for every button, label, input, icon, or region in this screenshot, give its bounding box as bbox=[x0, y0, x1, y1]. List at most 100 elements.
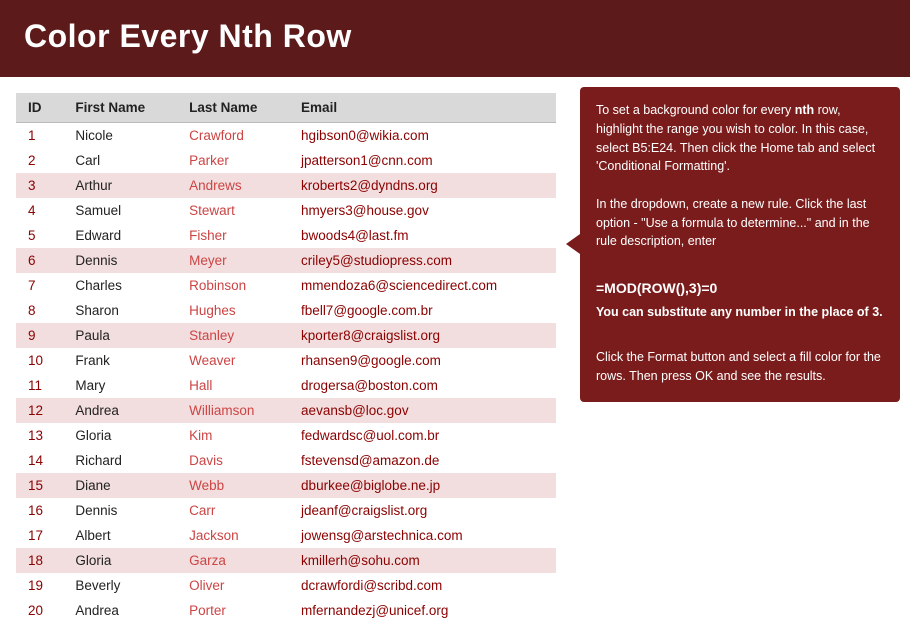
cell-lastname: Crawford bbox=[177, 123, 289, 149]
cell-id: 12 bbox=[16, 398, 63, 423]
cell-email: fstevensd@amazon.de bbox=[289, 448, 556, 473]
table-row: 10FrankWeaverrhansen9@google.com bbox=[16, 348, 556, 373]
tooltip-line2: In the dropdown, create a new rule. Clic… bbox=[596, 197, 870, 249]
table-row: 20AndreaPortermfernandezj@unicef.org bbox=[16, 598, 556, 623]
cell-id: 9 bbox=[16, 323, 63, 348]
col-id: ID bbox=[16, 93, 63, 123]
cell-firstname: Richard bbox=[63, 448, 177, 473]
col-firstname: First Name bbox=[63, 93, 177, 123]
cell-id: 11 bbox=[16, 373, 63, 398]
cell-id: 8 bbox=[16, 298, 63, 323]
cell-id: 13 bbox=[16, 423, 63, 448]
table-header-row: ID First Name Last Name Email bbox=[16, 93, 556, 123]
table-row: 16DennisCarrjdeanf@craigslist.org bbox=[16, 498, 556, 523]
cell-lastname: Hughes bbox=[177, 298, 289, 323]
cell-lastname: Robinson bbox=[177, 273, 289, 298]
cell-lastname: Jackson bbox=[177, 523, 289, 548]
cell-id: 18 bbox=[16, 548, 63, 573]
cell-lastname: Williamson bbox=[177, 398, 289, 423]
cell-lastname: Carr bbox=[177, 498, 289, 523]
cell-id: 5 bbox=[16, 223, 63, 248]
cell-id: 17 bbox=[16, 523, 63, 548]
tooltip-formula: =MOD(ROW(),3)=0 bbox=[596, 278, 884, 299]
cell-email: aevansb@loc.gov bbox=[289, 398, 556, 423]
cell-firstname: Albert bbox=[63, 523, 177, 548]
cell-lastname: Stanley bbox=[177, 323, 289, 348]
cell-email: kporter8@craigslist.org bbox=[289, 323, 556, 348]
cell-firstname: Andrea bbox=[63, 398, 177, 423]
table-row: 18GloriaGarzakmillerh@sohu.com bbox=[16, 548, 556, 573]
tooltip-line1: To set a background color for every bbox=[596, 103, 795, 117]
cell-id: 6 bbox=[16, 248, 63, 273]
table-row: 17AlbertJacksonjowensg@arstechnica.com bbox=[16, 523, 556, 548]
cell-email: mmendoza6@sciencedirect.com bbox=[289, 273, 556, 298]
cell-lastname: Andrews bbox=[177, 173, 289, 198]
cell-id: 19 bbox=[16, 573, 63, 598]
col-lastname: Last Name bbox=[177, 93, 289, 123]
table-row: 14RichardDavisfstevensd@amazon.de bbox=[16, 448, 556, 473]
cell-firstname: Diane bbox=[63, 473, 177, 498]
cell-id: 1 bbox=[16, 123, 63, 149]
cell-id: 20 bbox=[16, 598, 63, 623]
cell-firstname: Dennis bbox=[63, 248, 177, 273]
cell-lastname: Fisher bbox=[177, 223, 289, 248]
cell-lastname: Porter bbox=[177, 598, 289, 623]
cell-lastname: Kim bbox=[177, 423, 289, 448]
cell-email: drogersa@boston.com bbox=[289, 373, 556, 398]
cell-firstname: Edward bbox=[63, 223, 177, 248]
cell-id: 14 bbox=[16, 448, 63, 473]
cell-lastname: Garza bbox=[177, 548, 289, 573]
cell-id: 15 bbox=[16, 473, 63, 498]
cell-email: mfernandezj@unicef.org bbox=[289, 598, 556, 623]
table-row: 15DianeWebbdburkee@biglobe.ne.jp bbox=[16, 473, 556, 498]
cell-email: jowensg@arstechnica.com bbox=[289, 523, 556, 548]
cell-firstname: Mary bbox=[63, 373, 177, 398]
table-row: 6DennisMeyercriley5@studiopress.com bbox=[16, 248, 556, 273]
cell-id: 4 bbox=[16, 198, 63, 223]
cell-lastname: Webb bbox=[177, 473, 289, 498]
cell-firstname: Frank bbox=[63, 348, 177, 373]
cell-firstname: Arthur bbox=[63, 173, 177, 198]
cell-lastname: Oliver bbox=[177, 573, 289, 598]
table-row: 9PaulaStanleykporter8@craigslist.org bbox=[16, 323, 556, 348]
cell-lastname: Stewart bbox=[177, 198, 289, 223]
table-row: 12AndreaWilliamsonaevansb@loc.gov bbox=[16, 398, 556, 423]
table-row: 13GloriaKimfedwardsc@uol.com.br bbox=[16, 423, 556, 448]
cell-email: kmillerh@sohu.com bbox=[289, 548, 556, 573]
cell-email: rhansen9@google.com bbox=[289, 348, 556, 373]
table-row: 19BeverlyOliverdcrawfordi@scribd.com bbox=[16, 573, 556, 598]
cell-id: 16 bbox=[16, 498, 63, 523]
table-row: 1NicoleCrawfordhgibson0@wikia.com bbox=[16, 123, 556, 149]
cell-firstname: Beverly bbox=[63, 573, 177, 598]
cell-firstname: Dennis bbox=[63, 498, 177, 523]
cell-lastname: Weaver bbox=[177, 348, 289, 373]
cell-id: 7 bbox=[16, 273, 63, 298]
cell-lastname: Davis bbox=[177, 448, 289, 473]
cell-lastname: Hall bbox=[177, 373, 289, 398]
cell-email: dcrawfordi@scribd.com bbox=[289, 573, 556, 598]
cell-firstname: Carl bbox=[63, 148, 177, 173]
data-table: ID First Name Last Name Email 1NicoleCra… bbox=[16, 93, 556, 623]
content-area: ID First Name Last Name Email 1NicoleCra… bbox=[0, 77, 910, 639]
cell-email: jpatterson1@cnn.com bbox=[289, 148, 556, 173]
cell-email: hgibson0@wikia.com bbox=[289, 123, 556, 149]
page-title: Color Every Nth Row bbox=[24, 18, 886, 55]
cell-email: bwoods4@last.fm bbox=[289, 223, 556, 248]
cell-firstname: Samuel bbox=[63, 198, 177, 223]
page-header: Color Every Nth Row bbox=[0, 0, 910, 77]
cell-email: kroberts2@dyndns.org bbox=[289, 173, 556, 198]
cell-email: fbell7@google.com.br bbox=[289, 298, 556, 323]
cell-firstname: Gloria bbox=[63, 423, 177, 448]
cell-id: 10 bbox=[16, 348, 63, 373]
tooltip-nth: nth bbox=[795, 103, 814, 117]
tooltip-subst: You can substitute any number in the pla… bbox=[596, 303, 884, 322]
cell-firstname: Charles bbox=[63, 273, 177, 298]
table-body: 1NicoleCrawfordhgibson0@wikia.com2Carl Pa… bbox=[16, 123, 556, 624]
cell-email: criley5@studiopress.com bbox=[289, 248, 556, 273]
tooltip-box: To set a background color for every nth … bbox=[580, 87, 900, 402]
cell-firstname: Paula bbox=[63, 323, 177, 348]
cell-email: jdeanf@craigslist.org bbox=[289, 498, 556, 523]
cell-id: 2 bbox=[16, 148, 63, 173]
cell-email: dburkee@biglobe.ne.jp bbox=[289, 473, 556, 498]
cell-email: hmyers3@house.gov bbox=[289, 198, 556, 223]
